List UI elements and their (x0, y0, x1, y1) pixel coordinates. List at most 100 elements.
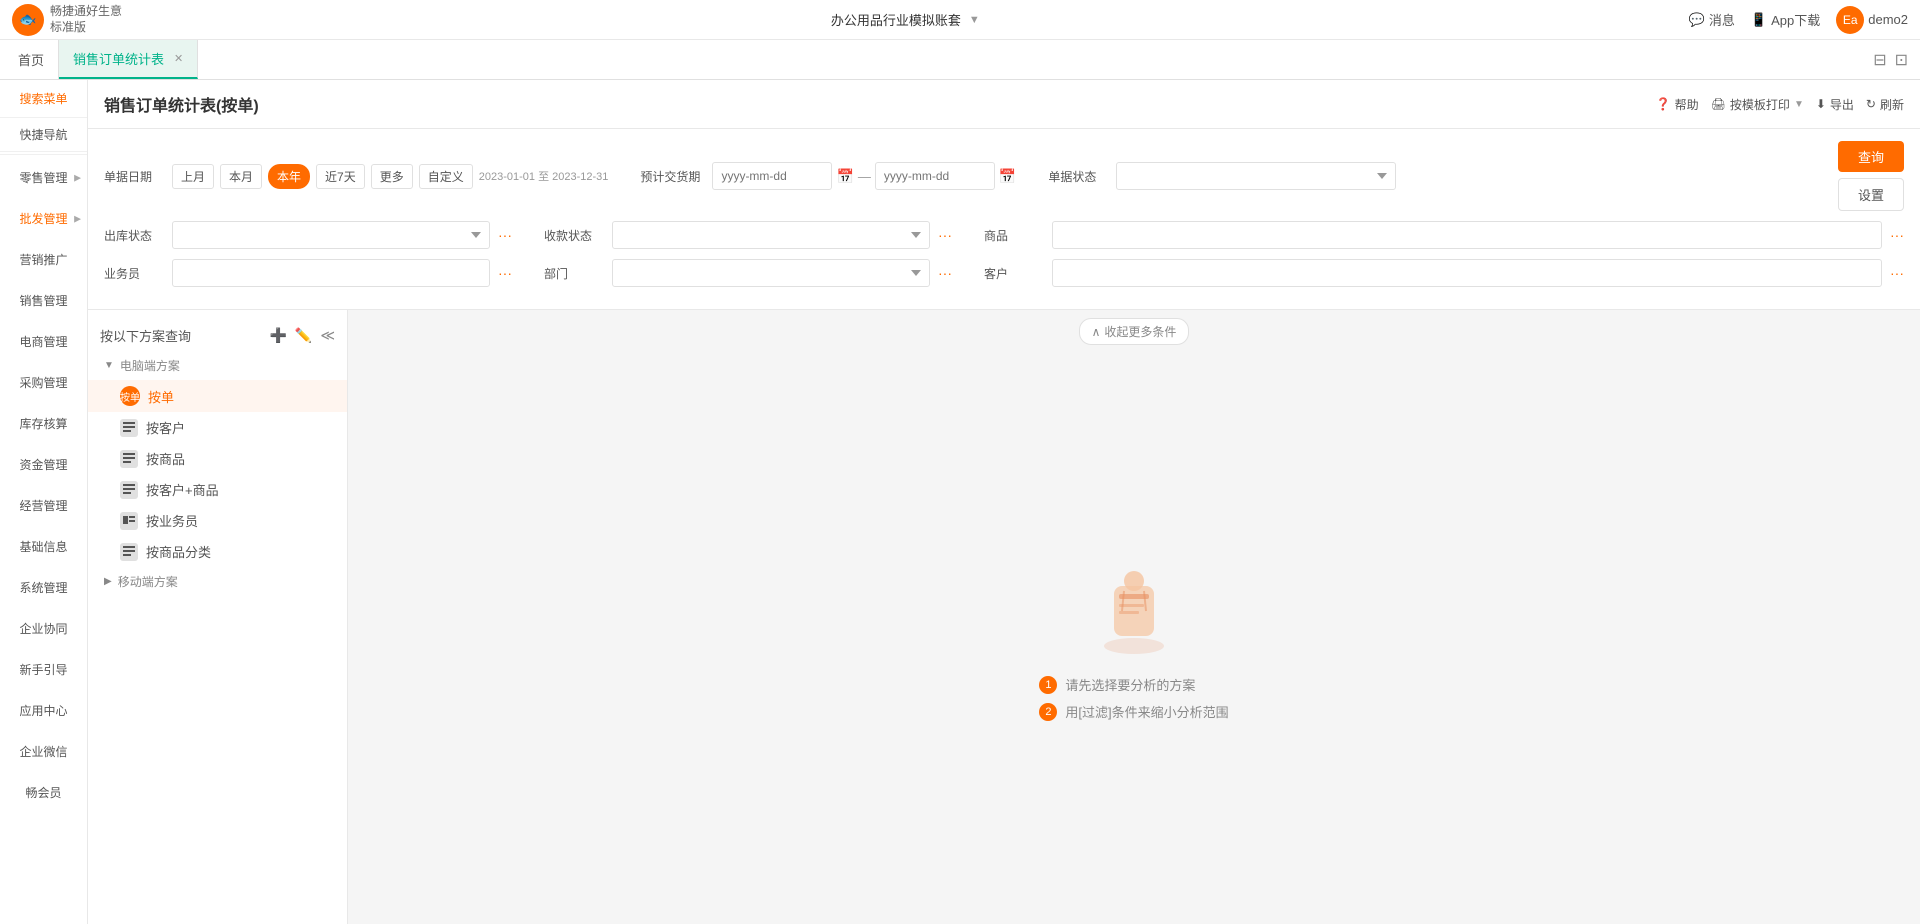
product-label: 商品 (984, 227, 1040, 244)
print-dropdown-icon: ▼ (1794, 99, 1804, 110)
sidebar-item-wholesale[interactable]: 批发管理 (0, 198, 87, 239)
sidebar-item-sales[interactable]: 销售管理 (0, 280, 87, 321)
date-filter-group: 上月 本月 本年 近7天 更多 自定义 2023-01-01 至 2023-12… (172, 164, 608, 189)
custom-btn[interactable]: 自定义 (419, 164, 473, 189)
logo-text: 畅捷通好生意 标准版 (50, 4, 122, 35)
pc-section-title: ▼ 电脑端方案 (88, 351, 347, 380)
edit-scheme-button[interactable]: ✏️ (295, 327, 312, 344)
topbar-left: 🐟 畅捷通好生意 标准版 (12, 4, 122, 36)
settings-button[interactable]: 设置 (1838, 178, 1904, 211)
query-button[interactable]: 查询 (1838, 141, 1904, 172)
payment-status-select[interactable] (612, 221, 930, 249)
page-header: 销售订单统计表(按单) ❓ 帮助 🖨 按模板打印 ▼ ⬇ 导出 ↻ 刷新 (88, 80, 1920, 129)
scheme-by-customer-icon (120, 419, 138, 437)
collapse-panel-button[interactable]: ≪ (320, 327, 335, 344)
print-button[interactable]: 🖨 按模板打印 ▼ (1711, 96, 1804, 113)
sidebar-item-marketing[interactable]: 营销推广 (0, 239, 87, 280)
tab-sales-stats[interactable]: 销售订单统计表 ✕ (59, 40, 198, 79)
empty-illustration (1084, 556, 1184, 659)
calendar-icon-2[interactable]: 📅 (999, 168, 1016, 185)
sidebar-item-inventory[interactable]: 库存核算 (0, 403, 87, 444)
sidebar-item-system[interactable]: 系统管理 (0, 567, 87, 608)
empty-hints: 1 请先选择要分析的方案 2 用[过滤]条件来缩小分析范围 (1039, 675, 1228, 721)
logo-area: 🐟 畅捷通好生意 标准版 (12, 4, 122, 36)
last-month-btn[interactable]: 上月 (172, 164, 214, 189)
salesperson-input[interactable] (172, 259, 490, 287)
scheme-by-customer[interactable]: 按客户 (88, 412, 347, 443)
salesperson-dots-icon: ··· (498, 265, 512, 281)
calendar-icon-1[interactable]: 📅 (836, 168, 853, 185)
user-menu[interactable]: Ea demo2 (1836, 6, 1908, 34)
more-btn[interactable]: 更多 (371, 164, 413, 189)
payment-status-label: 收款状态 (544, 227, 600, 244)
window-minimize-button[interactable]: ⊟ (1873, 50, 1886, 70)
sidebar-quicknav[interactable]: 快捷导航 (0, 118, 87, 152)
order-status-select[interactable] (1116, 162, 1396, 190)
sidebar-item-operations[interactable]: 经营管理 (0, 485, 87, 526)
scheme-by-customer-product-icon (120, 481, 138, 499)
left-panel-title: 按以下方案查询 (100, 326, 191, 345)
breadcrumb-text: 办公用品行业模拟账套 (831, 10, 961, 29)
app-download-button[interactable]: 📱 App下载 (1751, 10, 1820, 29)
sidebar-item-member[interactable]: 畅会员 (0, 772, 87, 813)
order-status-label: 单据状态 (1048, 168, 1104, 185)
help-icon: ❓ (1656, 97, 1671, 111)
breadcrumb[interactable]: 办公用品行业模拟账套 ▼ (831, 10, 980, 29)
sidebar-item-basic[interactable]: 基础信息 (0, 526, 87, 567)
sidebar-search[interactable]: 搜索菜单 (0, 80, 87, 118)
scheme-by-customer-product[interactable]: 按客户+商品 (88, 474, 347, 505)
print-icon: 🖨 (1711, 97, 1726, 111)
refresh-button[interactable]: ↻ 刷新 (1866, 96, 1904, 113)
message-button[interactable]: 💬 消息 (1689, 10, 1735, 29)
message-icon: 💬 (1689, 12, 1705, 28)
sidebar-item-appstore[interactable]: 应用中心 (0, 690, 87, 731)
sidebar-item-newbie[interactable]: 新手引导 (0, 649, 87, 690)
sidebar-item-ecommerce[interactable]: 电商管理 (0, 321, 87, 362)
add-scheme-button[interactable]: ➕ (269, 327, 286, 344)
scheme-by-product-icon (120, 450, 138, 468)
export-button[interactable]: ⬇ 导出 (1816, 96, 1854, 113)
expected-delivery-start[interactable] (712, 162, 832, 190)
this-year-btn[interactable]: 本年 (268, 164, 310, 189)
sidebar-item-finance[interactable]: 资金管理 (0, 444, 87, 485)
sidebar-divider (0, 154, 87, 155)
last7-btn[interactable]: 近7天 (316, 164, 365, 189)
tab-close-button[interactable]: ✕ (174, 52, 183, 65)
customer-dots-icon: ··· (1890, 265, 1904, 281)
page-title: 销售订单统计表(按单) (104, 92, 259, 128)
window-maximize-button[interactable]: ⊡ (1895, 50, 1908, 70)
scheme-by-order[interactable]: 按单 按单 (88, 380, 347, 412)
department-dots-icon: ··· (938, 265, 952, 281)
date-filter-label: 单据日期 (104, 168, 160, 185)
department-select[interactable] (612, 259, 930, 287)
expected-delivery-end[interactable] (875, 162, 995, 190)
left-panel: 按以下方案查询 ➕ ✏️ ≪ ▼ 电脑端方案 按单 按单 (88, 310, 348, 924)
help-button[interactable]: ❓ 帮助 (1656, 96, 1699, 113)
shipment-status-select[interactable] (172, 221, 490, 249)
sidebar: 搜索菜单 快捷导航 零售管理 批发管理 营销推广 销售管理 电商管理 采购管理 … (0, 80, 88, 924)
empty-hint-2: 2 用[过滤]条件来缩小分析范围 (1039, 702, 1228, 721)
scheme-by-salesperson[interactable]: 按业务员 (88, 505, 347, 536)
date-range-text: 2023-01-01 至 2023-12-31 (479, 168, 609, 184)
collapse-button[interactable]: ∧ 收起更多条件 (1079, 318, 1190, 345)
download-icon: 📱 (1751, 12, 1767, 28)
refresh-icon: ↻ (1866, 97, 1876, 111)
sidebar-item-enterprise[interactable]: 企业协同 (0, 608, 87, 649)
scheme-by-product[interactable]: 按商品 (88, 443, 347, 474)
tab-home[interactable]: 首页 (4, 40, 59, 79)
right-content: ∧ 收起更多条件 (348, 310, 1920, 924)
sidebar-item-wechat[interactable]: 企业微信 (0, 731, 87, 772)
customer-input[interactable] (1052, 259, 1882, 287)
left-panel-icons: ➕ ✏️ ≪ (269, 327, 335, 344)
sidebar-item-retail[interactable]: 零售管理 (0, 157, 87, 198)
sidebar-item-purchase[interactable]: 采购管理 (0, 362, 87, 403)
scheme-by-product-category-icon (120, 543, 138, 561)
product-input[interactable] (1052, 221, 1882, 249)
this-month-btn[interactable]: 本月 (220, 164, 262, 189)
page-header-actions: ❓ 帮助 🖨 按模板打印 ▼ ⬇ 导出 ↻ 刷新 (1656, 96, 1904, 125)
product-dots-icon: ··· (1890, 227, 1904, 243)
empty-state: 1 请先选择要分析的方案 2 用[过滤]条件来缩小分析范围 (348, 353, 1920, 924)
scheme-by-product-category[interactable]: 按商品分类 (88, 536, 347, 567)
action-buttons: 查询 设置 (1838, 141, 1904, 211)
customer-label: 客户 (984, 265, 1040, 282)
